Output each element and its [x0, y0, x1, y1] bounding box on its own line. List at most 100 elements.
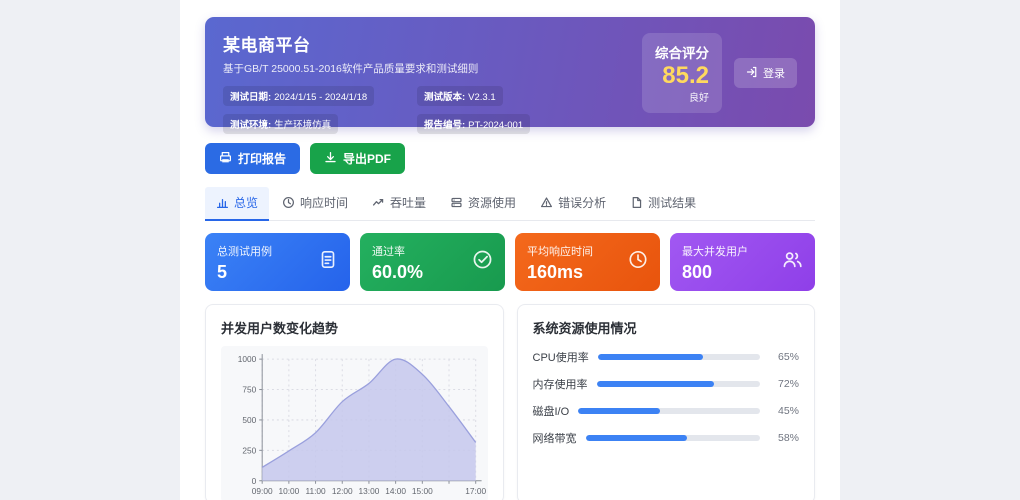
file-icon	[630, 196, 643, 209]
print-report-label: 打印报告	[238, 152, 287, 166]
badge-label: 报告编号:	[424, 120, 466, 131]
stat-max-concurrent-users: 最大并发用户 800	[670, 233, 815, 291]
svg-text:750: 750	[242, 384, 256, 394]
tab-test-results[interactable]: 测试结果	[619, 187, 707, 221]
badge-report-id: 报告编号: PT-2024-001	[417, 114, 531, 134]
badge-label: 测试环境:	[230, 120, 272, 131]
badge-test-date: 测试日期: 2024/1/15 - 2024/1/18	[223, 86, 375, 106]
stat-total-cases: 总测试用例 5	[205, 233, 350, 291]
score-label: 综合评分	[655, 45, 709, 61]
resource-rows: CPU使用率 65% 内存使用率 72% 磁盘I/O 45% 网络带宽 58%	[533, 349, 800, 446]
print-report-button[interactable]: 打印报告	[205, 143, 301, 174]
svg-text:11:00: 11:00	[305, 486, 325, 496]
svg-text:250: 250	[242, 445, 256, 455]
bar-chart-icon	[216, 196, 229, 209]
tab-resource-usage[interactable]: 资源使用	[439, 187, 527, 221]
resource-value: 45%	[777, 405, 799, 417]
resource-row-memory: 内存使用率 72%	[533, 376, 800, 392]
badge-value: PT-2024-001	[468, 120, 524, 131]
score-value: 85.2	[662, 61, 709, 89]
progress-fill	[597, 354, 704, 360]
stat-cards: 总测试用例 5 通过率 60.0% 平均响应时间 160ms 最大并发用户 80…	[205, 233, 815, 291]
download-icon	[324, 151, 337, 167]
overall-score-box: 综合评分 85.2 良好	[642, 32, 722, 114]
svg-text:0: 0	[252, 476, 257, 486]
trend-chart-svg: 0 250 500 750 1000 09:00 10:00 11:00 12:00 13:00 1…	[238, 354, 486, 496]
badge-value: V2.3.1	[468, 92, 496, 103]
svg-text:15:00: 15:00	[412, 486, 433, 496]
tab-label: 错误分析	[558, 196, 607, 210]
badge-test-env: 测试环境: 生产环境仿真	[223, 114, 339, 134]
svg-text:14:00: 14:00	[385, 486, 406, 496]
report-header-card: 某电商平台 基于GB/T 25000.51-2016软件产品质量要求和测试细则 …	[205, 17, 815, 134]
progress-fill	[578, 408, 660, 414]
export-pdf-label: 导出PDF	[343, 152, 392, 166]
tab-label: 资源使用	[468, 196, 517, 210]
report-page: 某电商平台 基于GB/T 25000.51-2016软件产品质量要求和测试细则 …	[180, 0, 840, 500]
badge-value: 生产环境仿真	[274, 120, 332, 131]
resource-value: 72%	[777, 378, 799, 390]
svg-text:10:00: 10:00	[278, 486, 299, 496]
score-grade: 良好	[689, 93, 709, 105]
resource-label: 内存使用率	[532, 379, 588, 391]
svg-text:12:00: 12:00	[332, 486, 353, 496]
tab-overview[interactable]: 总览	[205, 187, 270, 221]
resource-row-network: 网络带宽 58%	[533, 430, 800, 446]
clock-icon	[282, 196, 295, 209]
tab-label: 吞吐量	[390, 196, 427, 210]
tab-throughput[interactable]: 吞吐量	[361, 187, 437, 221]
trend-icon	[372, 196, 385, 209]
resource-value: 58%	[777, 432, 799, 444]
warning-icon	[540, 196, 553, 209]
stat-avg-response-time: 平均响应时间 160ms	[515, 233, 660, 291]
users-icon	[781, 248, 804, 276]
resource-label: 网络带宽	[532, 433, 577, 445]
badge-test-version: 测试版本: V2.3.1	[417, 86, 503, 106]
tab-bar: 总览 响应时间 吞吐量 资源使用 错误分析 测试结果	[205, 187, 815, 221]
document-icon	[317, 249, 339, 276]
resource-label: CPU使用率	[532, 352, 589, 364]
page-subtitle: 基于GB/T 25000.51-2016软件产品质量要求和测试细则	[223, 63, 479, 75]
badge-label: 测试日期:	[230, 92, 272, 103]
tab-error-analysis[interactable]: 错误分析	[529, 187, 617, 221]
clock-icon	[627, 249, 649, 276]
resource-usage-card: 系统资源使用情况 CPU使用率 65% 内存使用率 72% 磁盘I/O 45%	[516, 304, 815, 500]
page-title: 某电商平台	[223, 36, 311, 55]
tab-label: 总览	[234, 196, 259, 210]
login-icon	[746, 66, 758, 81]
trend-chart-card: 并发用户数变化趋势 0 250 500 750 1000 09:00 10:00 11:00 1…	[205, 304, 504, 500]
tab-label: 响应时间	[300, 196, 349, 210]
svg-text:09:00: 09:00	[252, 486, 273, 496]
trend-chart-title: 并发用户数变化趋势	[221, 321, 339, 336]
check-circle-icon	[471, 248, 494, 276]
trend-chart-plot: 0 250 500 750 1000 09:00 10:00 11:00 12:00 13:00 1…	[221, 346, 488, 500]
meta-badges: 测试日期: 2024/1/15 - 2024/1/18 测试版本: V2.3.1 测…	[223, 86, 531, 134]
resource-row-cpu: CPU使用率 65%	[533, 349, 800, 365]
server-icon	[450, 196, 463, 209]
login-button[interactable]: 登录	[734, 58, 797, 88]
toolbar: 打印报告 导出PDF	[205, 143, 815, 174]
login-label: 登录	[763, 68, 785, 80]
svg-text:1000: 1000	[238, 354, 257, 364]
resource-value: 65%	[777, 351, 799, 363]
progress-track	[597, 354, 760, 360]
progress-track	[596, 381, 760, 387]
resource-row-disk: 磁盘I/O 45%	[533, 403, 800, 419]
progress-fill	[596, 381, 715, 387]
badge-label: 测试版本:	[424, 92, 466, 103]
export-pdf-button[interactable]: 导出PDF	[310, 143, 406, 174]
report-header-right: 综合评分 85.2 良好 登录	[642, 31, 797, 115]
progress-fill	[585, 435, 687, 441]
progress-track	[578, 408, 760, 414]
tab-response-time[interactable]: 响应时间	[271, 187, 359, 221]
report-header-left: 某电商平台 基于GB/T 25000.51-2016软件产品质量要求和测试细则 …	[223, 31, 531, 134]
stat-pass-rate: 通过率 60.0%	[360, 233, 505, 291]
svg-text:13:00: 13:00	[359, 486, 380, 496]
tab-label: 测试结果	[648, 196, 697, 210]
svg-text:17:00: 17:00	[465, 486, 485, 496]
content-panels: 并发用户数变化趋势 0 250 500 750 1000 09:00 10:00 11:00 1…	[205, 304, 815, 500]
progress-track	[585, 435, 760, 441]
resource-label: 磁盘I/O	[532, 406, 570, 418]
svg-text:500: 500	[242, 415, 256, 425]
badge-value: 2024/1/15 - 2024/1/18	[274, 92, 368, 103]
